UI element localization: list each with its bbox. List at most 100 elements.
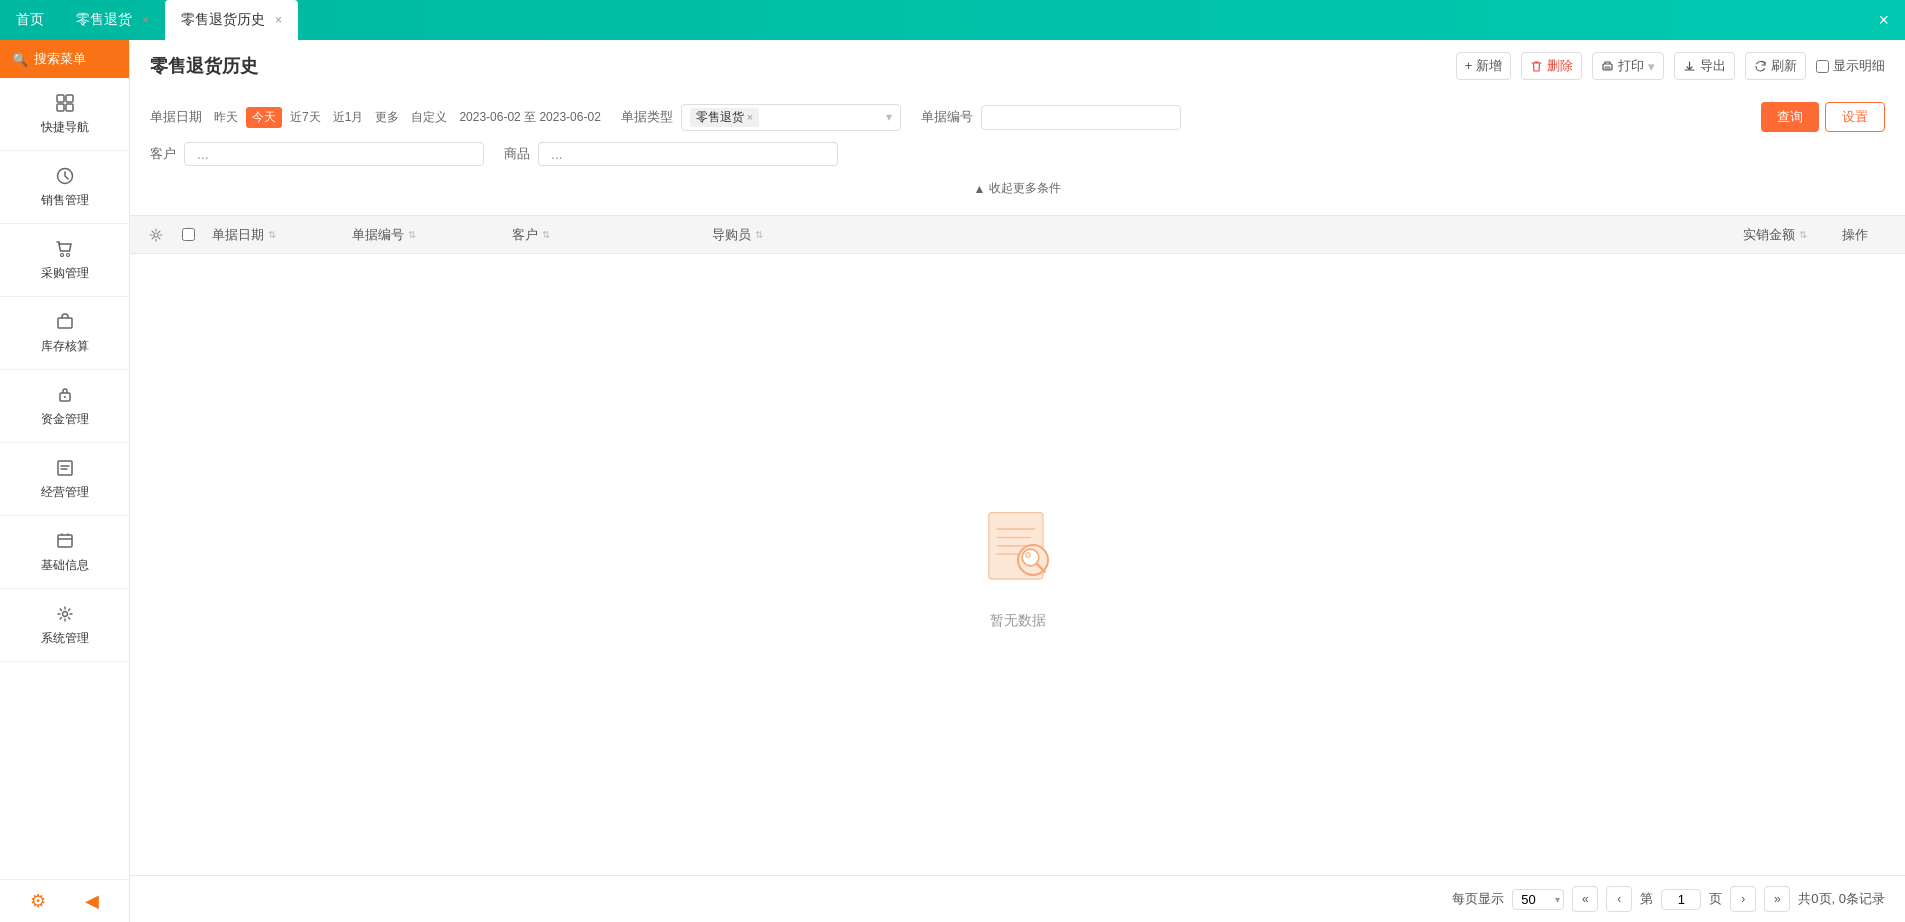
- page-number-input[interactable]: [1661, 889, 1701, 910]
- th-amount-sort: ⇅: [1799, 229, 1807, 240]
- date-btn-custom[interactable]: 自定义: [407, 107, 451, 128]
- tab-retail-return-history-close[interactable]: ×: [275, 13, 282, 27]
- display-detail-checkbox[interactable]: [1816, 60, 1829, 73]
- page-size-label: 每页显示: [1452, 890, 1504, 908]
- sidebar-bottom: ⚙ ◀: [0, 879, 129, 922]
- th-date-sort: ⇅: [268, 229, 276, 240]
- page-size-select[interactable]: 50 20 100: [1512, 889, 1564, 910]
- delete-button[interactable]: 删除: [1521, 52, 1582, 80]
- date-filter-group: 单据日期 昨天 今天 近7天 近1月 更多 自定义 2023-06-02 至 2…: [150, 107, 601, 128]
- doc-type-tag: 零售退货 ×: [690, 108, 759, 127]
- th-guide-label: 导购员: [712, 226, 751, 244]
- th-number-label: 单据编号: [352, 226, 404, 244]
- tab-retail-return-history-label: 零售退货历史: [181, 11, 265, 29]
- date-btn-more[interactable]: 更多: [371, 107, 403, 128]
- sidebar-item-quick-nav[interactable]: 快捷导航: [0, 78, 129, 151]
- sidebar-item-inventory[interactable]: 库存核算: [0, 297, 129, 370]
- th-select-all[interactable]: [172, 228, 204, 241]
- collapse-up-icon: ▲: [974, 182, 986, 196]
- goods-ellipsis[interactable]: ...: [547, 146, 567, 162]
- doc-number-input[interactable]: [981, 105, 1181, 130]
- prev-page-button[interactable]: ‹: [1606, 886, 1632, 912]
- goods-input[interactable]: ...: [538, 142, 838, 166]
- collapse-more-btn[interactable]: ▲ 收起更多条件: [150, 176, 1885, 205]
- print-button[interactable]: 打印 ▾: [1592, 52, 1664, 80]
- sidebar-item-sales-mgmt[interactable]: 销售管理: [0, 151, 129, 224]
- sidebar-item-purchase-label: 采购管理: [41, 265, 89, 282]
- sidebar-item-basic-info-label: 基础信息: [41, 557, 89, 574]
- sidebar-item-finance[interactable]: 资金管理: [0, 370, 129, 443]
- sidebar-search[interactable]: 🔍 搜索菜单: [0, 40, 129, 78]
- filter-row-1: 单据日期 昨天 今天 近7天 近1月 更多 自定义 2023-06-02 至 2…: [150, 102, 1885, 132]
- display-detail-toggle[interactable]: 显示明细: [1816, 57, 1885, 75]
- svg-point-5: [60, 254, 63, 257]
- sidebar-item-basic-info[interactable]: 基础信息: [0, 516, 129, 589]
- date-btn-today[interactable]: 今天: [246, 107, 282, 128]
- customer-ellipsis[interactable]: ...: [193, 146, 213, 162]
- sidebar-item-purchase-mgmt[interactable]: 采购管理: [0, 224, 129, 297]
- svg-rect-10: [58, 461, 72, 475]
- th-number-sort: ⇅: [408, 229, 416, 240]
- filter-area: 单据日期 昨天 今天 近7天 近1月 更多 自定义 2023-06-02 至 2…: [150, 92, 1885, 215]
- first-page-button[interactable]: «: [1572, 886, 1598, 912]
- tab-home[interactable]: 首页: [0, 0, 60, 40]
- toolbar: + 新增 删除 打印 ▾ 导出: [1456, 52, 1885, 80]
- doc-type-input[interactable]: 零售退货 × ▾: [681, 104, 901, 131]
- sales-mgmt-icon: [54, 165, 76, 187]
- doc-type-dropdown-icon[interactable]: ▾: [886, 110, 892, 124]
- next-page-button[interactable]: ›: [1730, 886, 1756, 912]
- table-header: 单据日期 ⇅ 单据编号 ⇅ 客户 ⇅ 导购员 ⇅ 实销金额 ⇅: [130, 216, 1905, 254]
- th-date[interactable]: 单据日期 ⇅: [204, 226, 344, 244]
- sidebar-item-finance-label: 资金管理: [41, 411, 89, 428]
- page-header: 零售退货历史 + 新增 删除 打印 ▾ 导出: [130, 40, 1905, 216]
- sidebar-item-system-mgmt[interactable]: 系统管理: [0, 589, 129, 662]
- tab-home-label: 首页: [16, 11, 44, 29]
- date-range-display: 2023-06-02 至 2023-06-02: [459, 109, 600, 126]
- settings-bottom-icon[interactable]: ⚙: [30, 890, 46, 912]
- sidebar-item-system-mgmt-label: 系统管理: [41, 630, 89, 647]
- th-amount[interactable]: 实销金额 ⇅: [1685, 226, 1815, 244]
- select-all-checkbox[interactable]: [182, 228, 195, 241]
- export-button[interactable]: 导出: [1674, 52, 1735, 80]
- date-btn-7days[interactable]: 近7天: [286, 107, 325, 128]
- sidebar: 🔍 搜索菜单 快捷导航 销售管理 采购管理 库存核算: [0, 40, 130, 922]
- th-action: 操作: [1815, 226, 1895, 244]
- sidebar-item-operations[interactable]: 经营管理: [0, 443, 129, 516]
- th-settings-btn[interactable]: [140, 228, 172, 242]
- page-title-row: 零售退货历史 + 新增 删除 打印 ▾ 导出: [150, 52, 1885, 80]
- tab-retail-return[interactable]: 零售退货 ×: [60, 0, 165, 40]
- operations-icon: [54, 457, 76, 479]
- tab-list: 首页 零售退货 × 零售退货历史 ×: [0, 0, 1862, 40]
- print-icon: [1601, 60, 1614, 73]
- table-container: 单据日期 ⇅ 单据编号 ⇅ 客户 ⇅ 导购员 ⇅ 实销金额 ⇅: [130, 216, 1905, 875]
- doc-type-tag-remove[interactable]: ×: [747, 111, 753, 123]
- empty-text: 暂无数据: [990, 612, 1046, 630]
- settings-button[interactable]: 设置: [1825, 102, 1885, 132]
- th-customer[interactable]: 客户 ⇅: [504, 226, 704, 244]
- window-close-button[interactable]: ×: [1862, 10, 1905, 31]
- refresh-button[interactable]: 刷新: [1745, 52, 1806, 80]
- date-btn-1month[interactable]: 近1月: [329, 107, 368, 128]
- th-number[interactable]: 单据编号 ⇅: [344, 226, 504, 244]
- svg-point-6: [66, 254, 69, 257]
- empty-illustration: [968, 500, 1068, 600]
- customer-filter-group: 客户 ...: [150, 142, 484, 166]
- tab-retail-return-close[interactable]: ×: [142, 13, 149, 27]
- sidebar-item-sales-label: 销售管理: [41, 192, 89, 209]
- tab-retail-return-history[interactable]: 零售退货历史 ×: [165, 0, 298, 40]
- query-button[interactable]: 查询: [1761, 102, 1819, 132]
- th-guide[interactable]: 导购员 ⇅: [704, 226, 884, 244]
- th-customer-label: 客户: [512, 226, 538, 244]
- date-btn-yesterday[interactable]: 昨天: [210, 107, 242, 128]
- main-layout: 🔍 搜索菜单 快捷导航 销售管理 采购管理 库存核算: [0, 40, 1905, 922]
- svg-rect-11: [58, 535, 72, 547]
- customer-input[interactable]: ...: [184, 142, 484, 166]
- doc-type-filter-group: 单据类型 零售退货 × ▾: [621, 104, 901, 131]
- doc-number-filter-group: 单据编号: [921, 105, 1181, 130]
- last-page-button[interactable]: »: [1764, 886, 1790, 912]
- collapse-sidebar-icon[interactable]: ◀: [85, 890, 99, 912]
- add-button[interactable]: + 新增: [1456, 52, 1511, 80]
- date-shortcuts: 昨天 今天 近7天 近1月 更多 自定义: [210, 107, 451, 128]
- svg-point-12: [62, 612, 67, 617]
- sidebar-item-operations-label: 经营管理: [41, 484, 89, 501]
